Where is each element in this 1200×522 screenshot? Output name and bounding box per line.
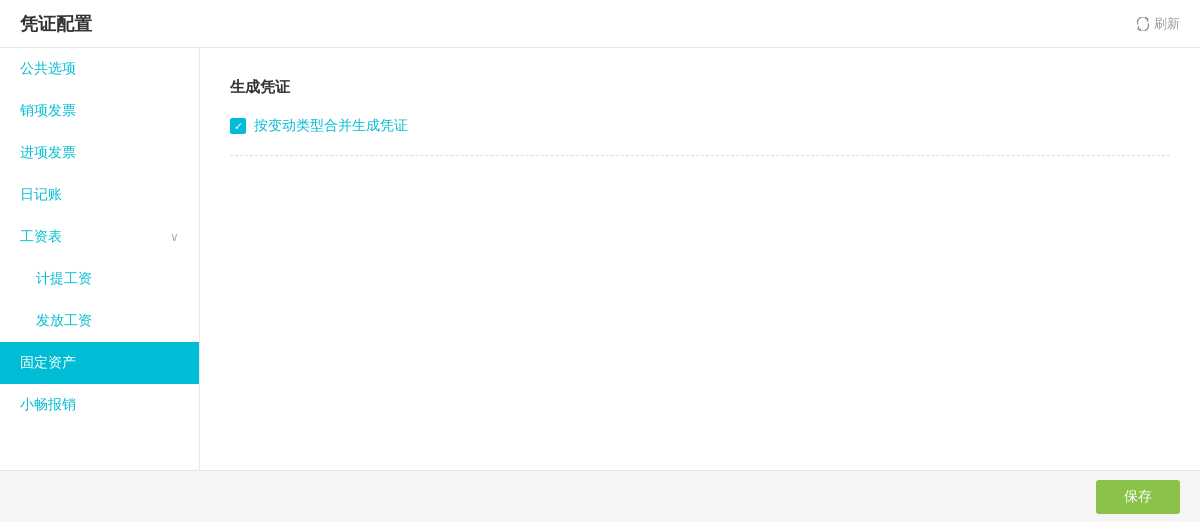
refresh-icon: [1136, 17, 1150, 31]
sidebar-item-label: 发放工资: [36, 312, 92, 330]
sidebar-item-sales-invoice[interactable]: 销项发票: [0, 90, 199, 132]
sidebar-item-expense-reimbursement[interactable]: 小畅报销: [0, 384, 199, 426]
save-button[interactable]: 保存: [1096, 480, 1180, 514]
sidebar-item-label: 公共选项: [20, 60, 76, 78]
checkbox-row: 按变动类型合并生成凭证: [230, 117, 1170, 135]
sidebar: 公共选项 销项发票 进项发票 日记账 工资表 ∨ 计提工资 发放工资 固定资产 …: [0, 48, 200, 470]
sidebar-item-distribute-payroll[interactable]: 发放工资: [0, 300, 199, 342]
sidebar-item-label: 工资表: [20, 228, 62, 246]
section-title: 生成凭证: [230, 78, 1170, 97]
sidebar-item-fixed-assets[interactable]: 固定资产: [0, 342, 199, 384]
refresh-label: 刷新: [1154, 15, 1180, 33]
header: 凭证配置 刷新: [0, 0, 1200, 48]
sidebar-item-label: 小畅报销: [20, 396, 76, 414]
footer: 保存: [0, 470, 1200, 522]
sidebar-item-calc-payroll[interactable]: 计提工资: [0, 258, 199, 300]
sidebar-item-purchase-invoice[interactable]: 进项发票: [0, 132, 199, 174]
sidebar-item-payroll-table[interactable]: 工资表 ∨: [0, 216, 199, 258]
sidebar-item-label: 固定资产: [20, 354, 76, 372]
chevron-down-icon: ∨: [170, 230, 179, 244]
main-layout: 公共选项 销项发票 进项发票 日记账 工资表 ∨ 计提工资 发放工资 固定资产 …: [0, 48, 1200, 470]
section-divider: [230, 155, 1170, 156]
sidebar-item-label: 日记账: [20, 186, 62, 204]
page-title: 凭证配置: [20, 12, 92, 36]
sidebar-item-journal[interactable]: 日记账: [0, 174, 199, 216]
refresh-button[interactable]: 刷新: [1136, 15, 1180, 33]
sidebar-item-public-options[interactable]: 公共选项: [0, 48, 199, 90]
merge-by-type-checkbox[interactable]: [230, 118, 246, 134]
content-area: 生成凭证 按变动类型合并生成凭证: [200, 48, 1200, 470]
sidebar-item-label: 销项发票: [20, 102, 76, 120]
checkbox-label[interactable]: 按变动类型合并生成凭证: [254, 117, 408, 135]
sidebar-item-label: 进项发票: [20, 144, 76, 162]
sidebar-item-label: 计提工资: [36, 270, 92, 288]
